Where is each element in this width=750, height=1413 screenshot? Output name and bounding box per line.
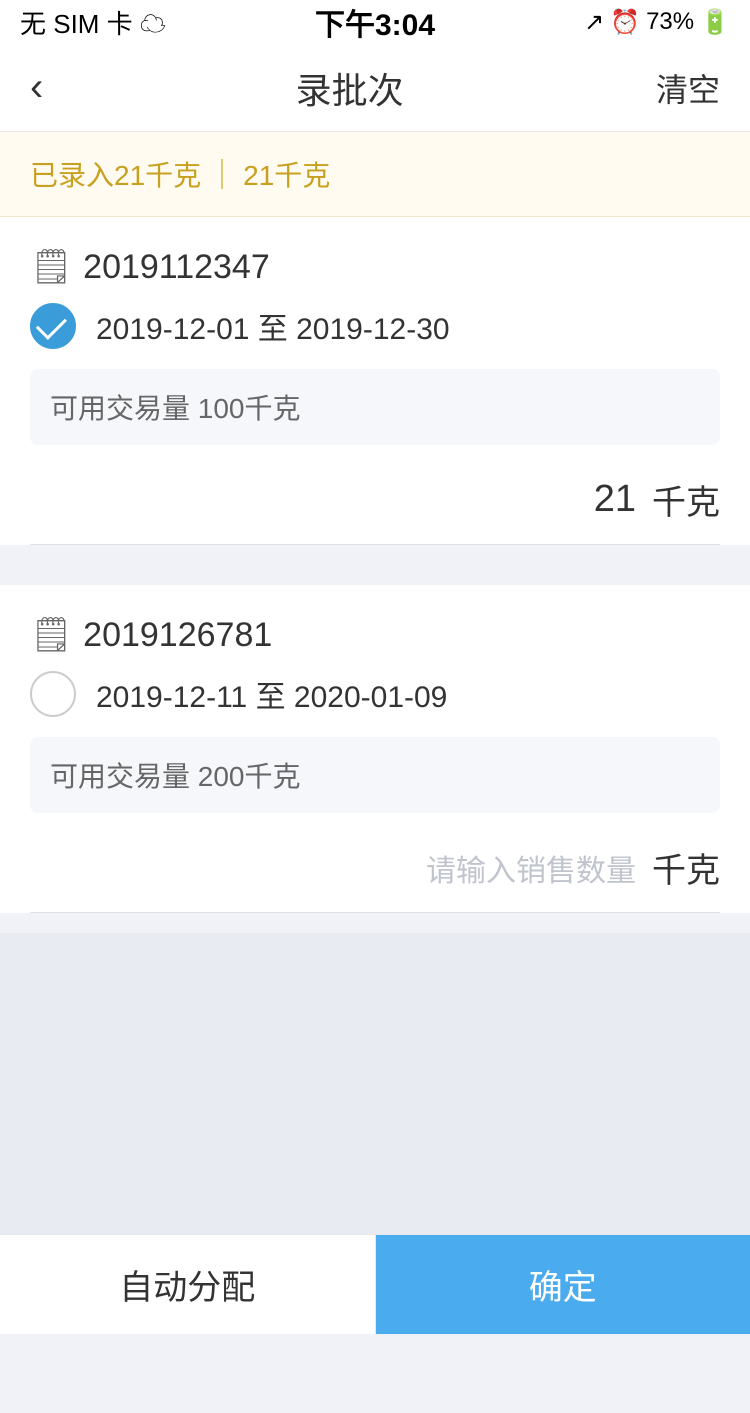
back-button[interactable]: ‹ — [30, 65, 43, 110]
batch2-header: 🗒 2019126781 — [30, 615, 720, 655]
confirm-button[interactable]: 确定 — [376, 1235, 750, 1334]
batch2-icon: 🗒 — [30, 615, 73, 655]
clear-button[interactable]: 清空 — [656, 65, 720, 111]
batch1-icon: 🗒 — [30, 247, 73, 287]
batch1-card: 🗒 2019112347 2019-12-01 至 2019-12-30 可用交… — [0, 217, 750, 545]
batch1-date-row: 2019-12-01 至 2019-12-30 — [30, 303, 720, 349]
status-time: 下午3:04 — [315, 0, 435, 44]
alarm-icon: ⏰ — [610, 8, 640, 37]
entered-amount: 已录入21千克 — [30, 154, 201, 194]
batch2-date-row: 2019-12-11 至 2020-01-09 — [30, 671, 720, 717]
batch2-id: 2019126781 — [83, 616, 272, 655]
batch2-header-area: 🗒 2019126781 2019-12-11 至 2020-01-09 可用交… — [0, 585, 750, 813]
info-divider — [221, 159, 223, 189]
batch2-input-placeholder: 请输入销售数量 — [426, 846, 636, 890]
bottom-bar: 自动分配 确定 — [0, 1234, 750, 1334]
status-right: ↗ ⏰ 73% 🔋 — [584, 8, 730, 37]
batch1-header-area: 🗒 2019112347 2019-12-01 至 2019-12-30 可用交… — [0, 217, 750, 445]
batch2-unit: 千克 — [652, 843, 720, 892]
batch1-date: 2019-12-01 至 2019-12-30 — [96, 304, 450, 348]
batch1-available: 可用交易量 100千克 — [30, 369, 720, 445]
batch1-underline — [30, 544, 720, 545]
sim-text: 无 SIM 卡 ☁ — [20, 4, 166, 41]
status-bar: 无 SIM 卡 ☁ 下午3:04 ↗ ⏰ 73% 🔋 — [0, 0, 750, 44]
batch2-available: 可用交易量 200千克 — [30, 737, 720, 813]
battery-text: 73% — [646, 8, 694, 36]
page-title: 录批次 — [296, 62, 404, 114]
batch1-quantity-row: 21 千克 — [0, 445, 750, 524]
batch2-card: 🗒 2019126781 2019-12-11 至 2020-01-09 可用交… — [0, 585, 750, 913]
batch1-header: 🗒 2019112347 — [30, 247, 720, 287]
batch2-date: 2019-12-11 至 2020-01-09 — [96, 672, 447, 716]
batch1-quantity-value: 21 — [594, 478, 636, 521]
batch1-id: 2019112347 — [83, 248, 270, 287]
card-separator-1 — [0, 565, 750, 585]
nav-bar: ‹ 录批次 清空 — [0, 44, 750, 132]
batch2-input-row: 请输入销售数量 千克 — [0, 813, 750, 892]
auto-distribute-button[interactable]: 自动分配 — [0, 1235, 376, 1334]
location-icon: ↗ — [584, 8, 604, 37]
status-left: 无 SIM 卡 ☁ — [20, 4, 166, 41]
batch1-radio[interactable] — [30, 303, 76, 349]
total-amount: 21千克 — [243, 154, 330, 194]
batch2-underline — [30, 912, 720, 913]
batch1-unit: 千克 — [652, 475, 720, 524]
battery-icon: 🔋 — [700, 8, 730, 37]
batch2-radio[interactable] — [30, 671, 76, 717]
info-bar: 已录入21千克 21千克 — [0, 132, 750, 217]
